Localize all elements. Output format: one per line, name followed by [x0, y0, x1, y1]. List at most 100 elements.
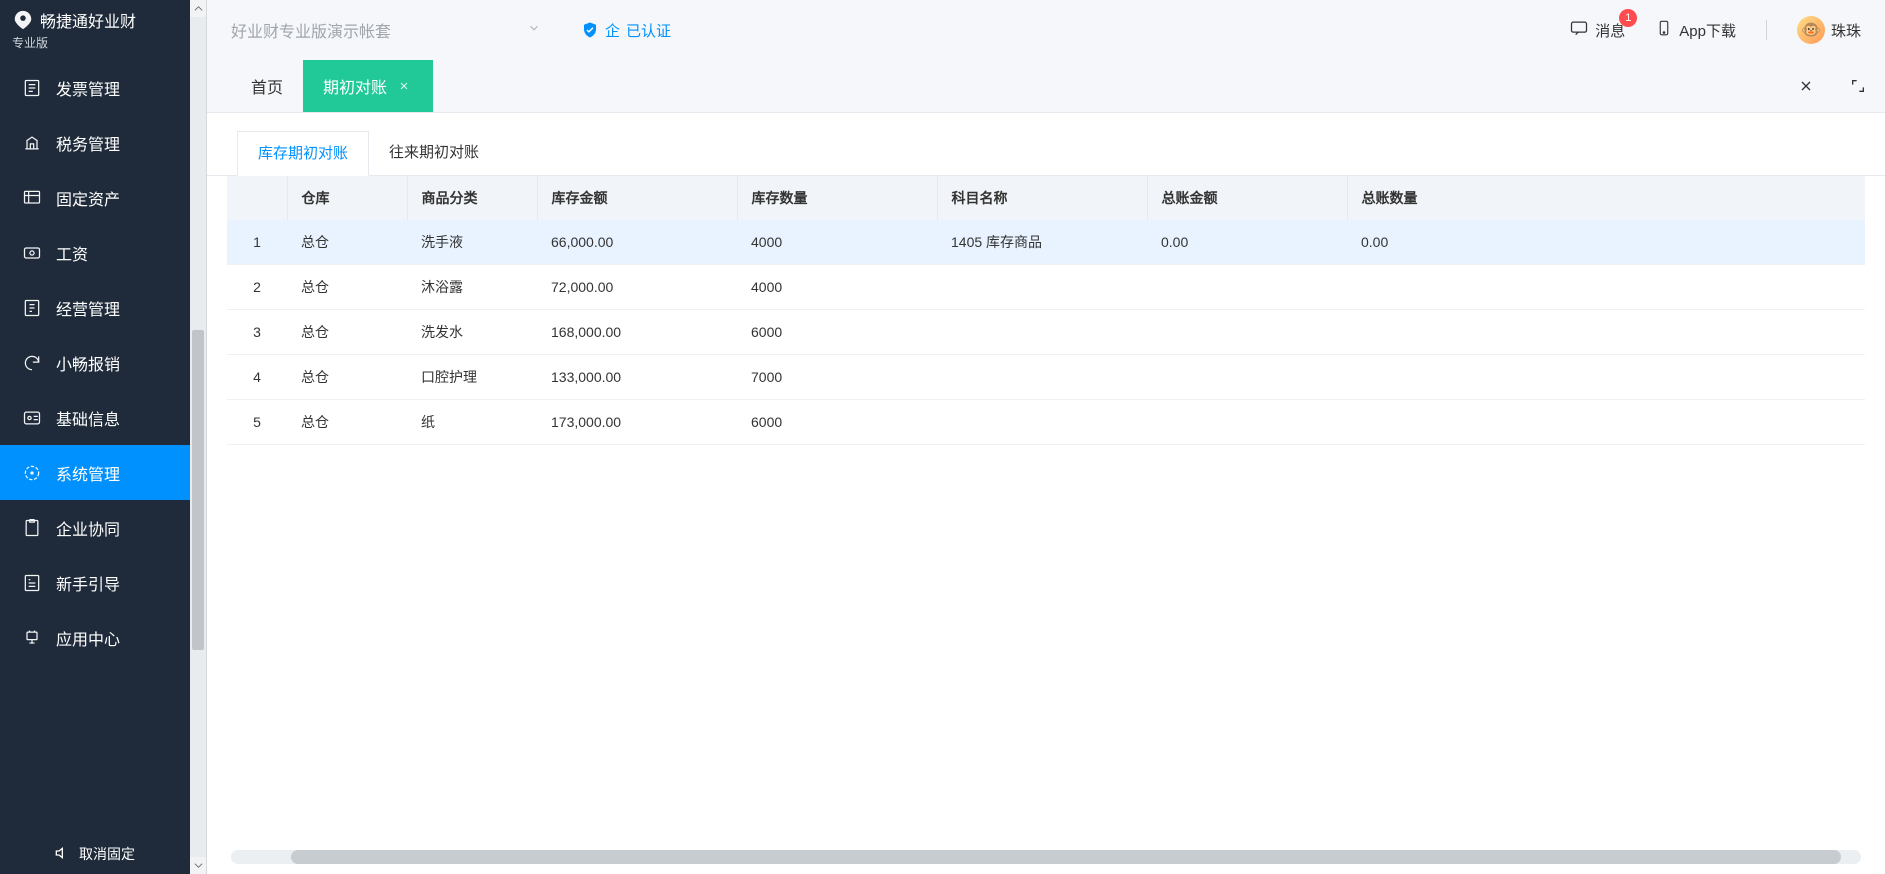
- cell-subject: [937, 400, 1147, 445]
- tab-home-label: 首页: [251, 74, 283, 98]
- table-row[interactable]: 4总仓口腔护理133,000.007000: [227, 355, 1865, 400]
- guide-icon: [22, 573, 42, 593]
- sidebar-item-2[interactable]: 固定资产: [0, 170, 190, 225]
- th-warehouse[interactable]: 仓库: [287, 176, 407, 220]
- cell-index: 3: [227, 310, 287, 355]
- app-download-label: App下载: [1679, 20, 1736, 41]
- cell-category: 沐浴露: [407, 265, 537, 310]
- scroll-down-button[interactable]: [190, 857, 206, 874]
- sidebar-scrollbar[interactable]: [190, 0, 207, 874]
- cell-subject: [937, 265, 1147, 310]
- cell-subject: 1405 库存商品: [937, 220, 1147, 265]
- user-menu[interactable]: 🐵 珠珠: [1797, 16, 1861, 44]
- speaker-icon: [55, 845, 71, 864]
- chat-icon: [1569, 18, 1589, 42]
- subtabs: 库存期初对账 往来期初对账: [207, 131, 1885, 176]
- table-row[interactable]: 1总仓洗手液66,000.0040001405 库存商品0.000.00: [227, 220, 1865, 265]
- sidebar-unpin-label: 取消固定: [79, 844, 135, 864]
- th-stock-qty[interactable]: 库存数量: [737, 176, 937, 220]
- verified-badge[interactable]: 企 已认证: [581, 20, 671, 41]
- cell-gl-qty: [1347, 355, 1865, 400]
- table-row[interactable]: 2总仓沐浴露72,000.004000: [227, 265, 1865, 310]
- cell-subject: [937, 355, 1147, 400]
- scroll-thumb[interactable]: [192, 330, 204, 650]
- table-row[interactable]: 3总仓洗发水168,000.006000: [227, 310, 1865, 355]
- sidebar-item-6[interactable]: 基础信息: [0, 390, 190, 445]
- th-category[interactable]: 商品分类: [407, 176, 537, 220]
- topbar-divider: [1766, 20, 1767, 40]
- subtab-receivable[interactable]: 往来期初对账: [369, 131, 499, 175]
- cell-gl-amount: [1147, 400, 1347, 445]
- cell-index: 1: [227, 220, 287, 265]
- sidebar-item-9[interactable]: 新手引导: [0, 555, 190, 610]
- tabs-bar: 首页 期初对账: [207, 60, 1885, 112]
- tab-active-label: 期初对账: [323, 74, 387, 98]
- cell-subject: [937, 310, 1147, 355]
- cell-gl-qty: [1347, 310, 1865, 355]
- th-stock-amount[interactable]: 库存金额: [537, 176, 737, 220]
- chevron-down-icon: [527, 21, 541, 40]
- cell-gl-amount: [1147, 310, 1347, 355]
- tab-home[interactable]: 首页: [231, 60, 303, 112]
- cell-warehouse: 总仓: [287, 310, 407, 355]
- expand-button[interactable]: [1841, 69, 1875, 103]
- shield-icon: [581, 21, 599, 39]
- cell-category: 洗手液: [407, 220, 537, 265]
- sidebar-item-label: 基础信息: [56, 406, 120, 430]
- close-all-tabs-button[interactable]: [1789, 69, 1823, 103]
- account-selector[interactable]: 好业财专业版演示帐套: [231, 18, 541, 42]
- sidebar-nav: 发票管理税务管理固定资产工资经营管理小畅报销基础信息系统管理企业协同新手引导应用…: [0, 60, 190, 834]
- hscroll-thumb[interactable]: [291, 850, 1841, 864]
- sidebar-item-label: 系统管理: [56, 461, 120, 485]
- cell-category: 纸: [407, 400, 537, 445]
- sidebar-item-1[interactable]: 税务管理: [0, 115, 190, 170]
- cell-warehouse: 总仓: [287, 220, 407, 265]
- tab-opening-reconcile[interactable]: 期初对账: [303, 60, 433, 112]
- sidebar-item-label: 新手引导: [56, 571, 120, 595]
- collab-icon: [22, 518, 42, 538]
- subtab-inventory[interactable]: 库存期初对账: [237, 131, 369, 176]
- close-icon[interactable]: [395, 77, 413, 95]
- reconcile-table: 仓库 商品分类 库存金额 库存数量 科目名称 总账金额 总账数量 1总仓洗手液6…: [227, 176, 1865, 445]
- th-gl-amount[interactable]: 总账金额: [1147, 176, 1347, 220]
- table-row[interactable]: 5总仓纸173,000.006000: [227, 400, 1865, 445]
- sidebar-item-8[interactable]: 企业协同: [0, 500, 190, 555]
- cell-stock-qty: 7000: [737, 355, 937, 400]
- avatar: 🐵: [1797, 16, 1825, 44]
- subtab-receivable-label: 往来期初对账: [389, 144, 479, 161]
- apps-icon: [22, 628, 42, 648]
- sidebar-item-4[interactable]: 经营管理: [0, 280, 190, 335]
- cell-index: 5: [227, 400, 287, 445]
- th-index[interactable]: [227, 176, 287, 220]
- messages-button[interactable]: 消息 1: [1569, 18, 1625, 42]
- cell-warehouse: 总仓: [287, 355, 407, 400]
- account-name: 好业财专业版演示帐套: [231, 18, 391, 42]
- sidebar-item-5[interactable]: 小畅报销: [0, 335, 190, 390]
- th-subject[interactable]: 科目名称: [937, 176, 1147, 220]
- sidebar-item-10[interactable]: 应用中心: [0, 610, 190, 665]
- th-gl-qty[interactable]: 总账数量: [1347, 176, 1865, 220]
- content-pane: 库存期初对账 往来期初对账 仓库 商品分类 库存金额 库存数量: [207, 112, 1885, 874]
- topbar: 好业财专业版演示帐套 企 已认证 消息 1: [207, 0, 1885, 60]
- cell-gl-qty: 0.00: [1347, 220, 1865, 265]
- sidebar-unpin[interactable]: 取消固定: [0, 834, 190, 874]
- app-download-button[interactable]: App下载: [1655, 19, 1736, 41]
- cell-stock-amount: 168,000.00: [537, 310, 737, 355]
- logo-icon: [12, 9, 34, 31]
- sidebar-item-3[interactable]: 工资: [0, 225, 190, 280]
- sidebar-item-7[interactable]: 系统管理: [0, 445, 190, 500]
- horizontal-scrollbar[interactable]: [231, 850, 1861, 864]
- tax-icon: [22, 133, 42, 153]
- scroll-up-button[interactable]: [190, 0, 206, 17]
- sidebar-header: 畅捷通好业财 专业版: [0, 0, 190, 60]
- refresh-icon: [22, 353, 42, 373]
- cell-warehouse: 总仓: [287, 265, 407, 310]
- table-container: 仓库 商品分类 库存金额 库存数量 科目名称 总账金额 总账数量 1总仓洗手液6…: [207, 176, 1885, 844]
- sidebar-item-0[interactable]: 发票管理: [0, 60, 190, 115]
- cell-stock-amount: 133,000.00: [537, 355, 737, 400]
- cell-stock-amount: 66,000.00: [537, 220, 737, 265]
- asset-icon: [22, 188, 42, 208]
- card-icon: [22, 408, 42, 428]
- sidebar-item-label: 发票管理: [56, 76, 120, 100]
- cell-gl-qty: [1347, 265, 1865, 310]
